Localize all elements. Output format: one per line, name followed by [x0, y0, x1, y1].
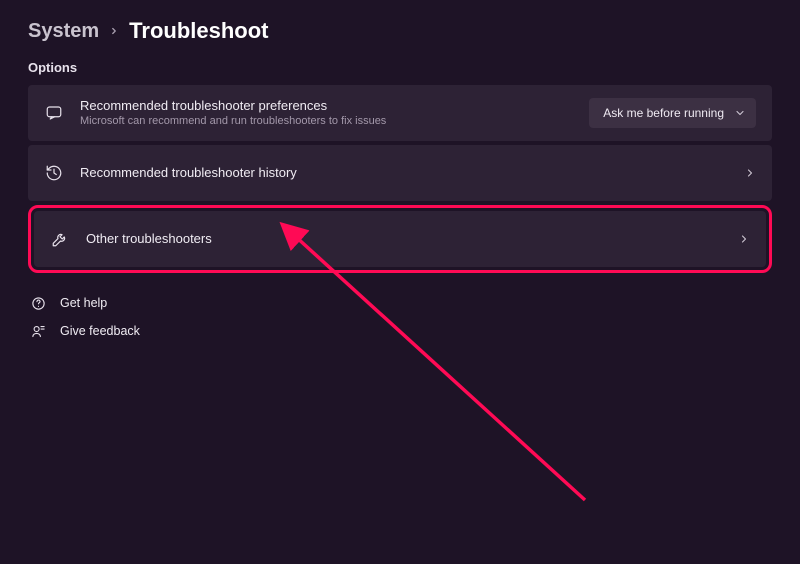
- setting-title: Recommended troubleshooter preferences: [80, 98, 589, 114]
- feedback-icon: [30, 323, 46, 339]
- preferences-dropdown[interactable]: Ask me before running: [589, 98, 756, 128]
- chevron-right-icon: [109, 26, 119, 36]
- setting-recommended-history[interactable]: Recommended troubleshooter history: [28, 145, 772, 201]
- chevron-down-icon: [734, 107, 746, 119]
- chevron-right-icon: [744, 167, 756, 179]
- give-feedback-link[interactable]: Give feedback: [30, 317, 772, 345]
- setting-title: Recommended troubleshooter history: [80, 165, 744, 181]
- wrench-icon: [50, 229, 70, 249]
- get-help-link[interactable]: Get help: [30, 289, 772, 317]
- chevron-right-icon: [738, 233, 750, 245]
- setting-recommended-preferences[interactable]: Recommended troubleshooter preferences M…: [28, 85, 772, 141]
- page-title: Troubleshoot: [129, 18, 268, 44]
- section-label-options: Options: [28, 60, 772, 75]
- help-icon: [30, 295, 46, 311]
- link-label: Give feedback: [60, 324, 140, 338]
- link-label: Get help: [60, 296, 107, 310]
- breadcrumb-system[interactable]: System: [28, 20, 99, 43]
- dropdown-value: Ask me before running: [603, 106, 724, 120]
- chat-icon: [44, 103, 64, 123]
- setting-other-troubleshooters[interactable]: Other troubleshooters: [34, 211, 766, 267]
- breadcrumb: System Troubleshoot: [28, 18, 772, 44]
- history-icon: [44, 163, 64, 183]
- setting-subtitle: Microsoft can recommend and run troubles…: [80, 115, 589, 128]
- setting-title: Other troubleshooters: [86, 231, 738, 247]
- annotation-highlight-box: Other troubleshooters: [28, 205, 772, 273]
